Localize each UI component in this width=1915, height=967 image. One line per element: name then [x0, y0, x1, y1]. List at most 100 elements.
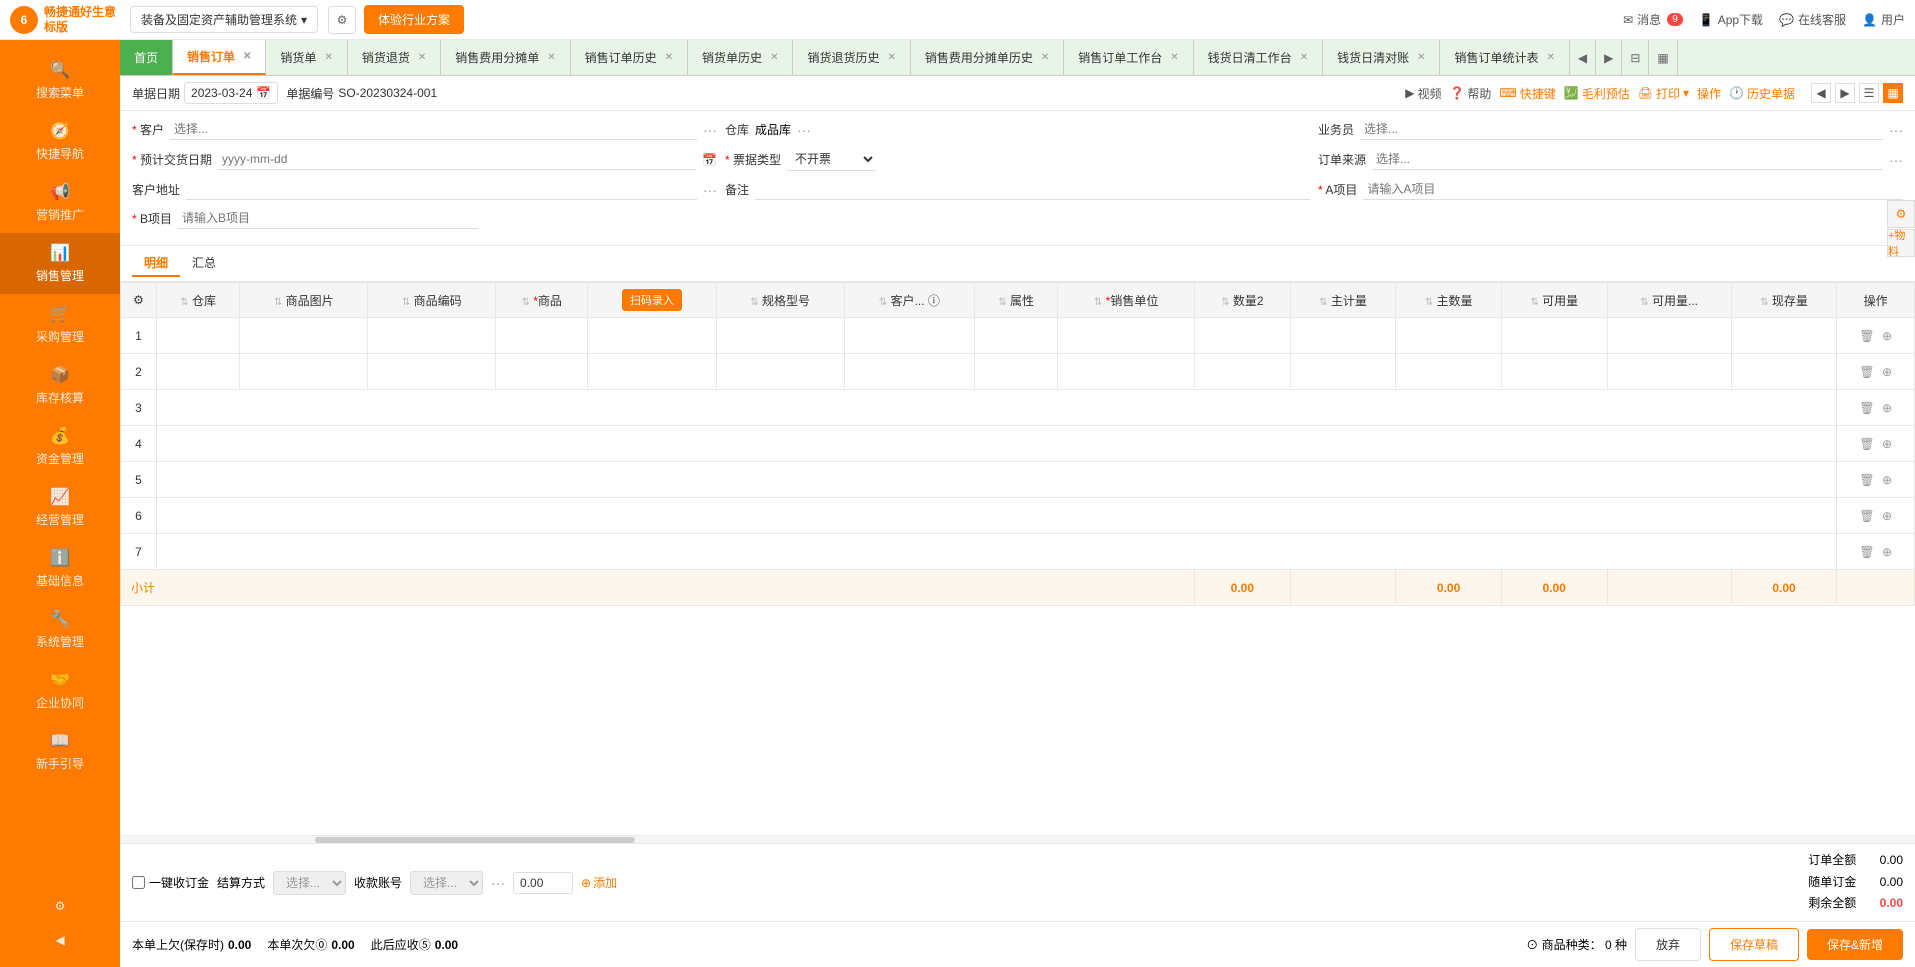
receipt-account-select[interactable]: 选择...: [410, 871, 483, 895]
scan-button[interactable]: 扫码录入: [622, 289, 682, 311]
row6-delete-icon[interactable]: 🗑: [1859, 509, 1874, 523]
shortcut-button[interactable]: ⌨ 快捷键: [1499, 85, 1555, 102]
sidebar-settings[interactable]: ⚙: [0, 889, 120, 923]
customer-expand[interactable]: ···: [703, 122, 717, 138]
address-input[interactable]: [186, 179, 697, 200]
tab-more-button[interactable]: ⊟: [1622, 40, 1649, 75]
user-menu[interactable]: 👤 用户: [1862, 11, 1905, 28]
tab-close-sales-stats[interactable]: ✕: [1547, 52, 1555, 63]
video-button[interactable]: ▶ 视频: [1405, 85, 1441, 102]
right-settings-btn[interactable]: ⚙: [1887, 200, 1915, 228]
order-source-input[interactable]: [1372, 149, 1883, 170]
sidebar-item-stock[interactable]: 📦 库存核算: [0, 355, 120, 416]
tab-home[interactable]: 首页: [120, 40, 173, 75]
a-project-input[interactable]: [1363, 179, 1903, 200]
tab-sales-fee-history[interactable]: 销售费用分摊单历史 ✕: [911, 40, 1064, 75]
tab-close-cash-workbench[interactable]: ✕: [1300, 52, 1308, 63]
list-view-btn[interactable]: ☰: [1859, 83, 1879, 103]
form-view-btn[interactable]: ▦: [1883, 83, 1903, 103]
tab-sales-return[interactable]: 销货退货 ✕: [348, 40, 441, 75]
history-button[interactable]: 🕐 历史单据: [1729, 85, 1795, 102]
profit-button[interactable]: 💹 毛利预估: [1564, 85, 1630, 102]
tab-close-order-history[interactable]: ✕: [665, 52, 673, 63]
invoice-type-select[interactable]: 不开票 增值税普票 增值税专票: [787, 148, 876, 171]
tab-cash-reconcile[interactable]: 钱货日清对账 ✕: [1323, 40, 1440, 75]
industry-button[interactable]: 体验行业方案: [364, 5, 464, 34]
one-click-check[interactable]: [132, 876, 145, 889]
sidebar-item-guide[interactable]: 📖 新手引导: [0, 721, 120, 782]
tab-close-sales-fee[interactable]: ✕: [547, 52, 555, 63]
order-source-expand[interactable]: ···: [1889, 152, 1903, 168]
sidebar-item-search[interactable]: 🔍 搜索菜单: [0, 50, 120, 111]
tab-close-return-history[interactable]: ✕: [887, 52, 895, 63]
customer-input[interactable]: [170, 119, 697, 140]
sidebar-item-purchase[interactable]: 🛒 采购管理: [0, 294, 120, 355]
tab-close-sales-order[interactable]: ✕: [243, 51, 251, 62]
row7-delete-icon[interactable]: 🗑: [1859, 545, 1874, 559]
tab-close-sales-workbench[interactable]: ✕: [1170, 52, 1178, 63]
nav-prev-btn[interactable]: ◀: [1811, 83, 1831, 103]
online-service-button[interactable]: 💬 在线客服: [1779, 11, 1846, 28]
tab-sales-single[interactable]: 销货单 ✕: [266, 40, 347, 75]
tab-close-sales-return[interactable]: ✕: [418, 52, 426, 63]
delivery-date-input[interactable]: [218, 149, 696, 170]
row6-copy-icon[interactable]: ⊕: [1882, 509, 1892, 523]
app-download-button[interactable]: 📱 App下载: [1699, 11, 1763, 28]
tab-sales-stats[interactable]: 销售订单统计表 ✕: [1440, 40, 1569, 75]
salesperson-expand[interactable]: ···: [1889, 122, 1903, 138]
tab-summary[interactable]: 汇总: [180, 250, 228, 277]
nav-next-btn[interactable]: ▶: [1835, 83, 1855, 103]
settings-button[interactable]: ⚙: [328, 6, 356, 34]
sidebar-item-corp[interactable]: 🤝 企业协同: [0, 660, 120, 721]
sidebar-item-sys[interactable]: 🔧 系统管理: [0, 599, 120, 660]
sidebar-item-nav[interactable]: 🧭 快捷导航: [0, 111, 120, 172]
tab-close-sales-single[interactable]: ✕: [324, 52, 332, 63]
row5-delete-icon[interactable]: 🗑: [1859, 473, 1874, 487]
tab-prev-button[interactable]: ◀: [1570, 40, 1596, 75]
address-expand[interactable]: ···: [703, 182, 717, 198]
warehouse-expand[interactable]: ···: [797, 122, 811, 138]
tab-close-fee-history[interactable]: ✕: [1041, 52, 1049, 63]
tab-cash-workbench[interactable]: 钱货日清工作台 ✕: [1194, 40, 1323, 75]
sidebar-item-info[interactable]: ℹ️ 基础信息: [0, 538, 120, 599]
save-new-button[interactable]: 保存&新增: [1807, 929, 1903, 960]
col-settings[interactable]: ⚙: [121, 283, 157, 318]
b-project-input[interactable]: [178, 208, 478, 229]
sidebar-item-promo[interactable]: 📢 营销推广: [0, 172, 120, 233]
date-input[interactable]: 2023-03-24 📅: [184, 82, 278, 104]
operation-button[interactable]: 操作: [1697, 85, 1721, 102]
salesperson-input[interactable]: [1360, 119, 1883, 140]
row4-copy-icon[interactable]: ⊕: [1882, 437, 1892, 451]
right-add-btn[interactable]: +物料: [1887, 229, 1915, 257]
tab-next-button[interactable]: ▶: [1596, 40, 1622, 75]
tab-sales-order-history[interactable]: 销售订单历史 ✕: [571, 40, 688, 75]
sidebar-item-finance[interactable]: 💰 资金管理: [0, 416, 120, 477]
sidebar-item-sales[interactable]: 📊 销售管理: [0, 233, 120, 294]
tab-close-cash-reconcile[interactable]: ✕: [1417, 52, 1425, 63]
tab-sales-single-history[interactable]: 销货单历史 ✕: [688, 40, 793, 75]
save-draft-button[interactable]: 保存草稿: [1709, 928, 1799, 961]
row3-delete-icon[interactable]: 🗑: [1859, 401, 1874, 415]
message-button[interactable]: ✉ 消息 9: [1623, 11, 1683, 28]
row1-delete-icon[interactable]: 🗑: [1859, 329, 1874, 343]
sidebar-item-biz[interactable]: 📈 经营管理: [0, 477, 120, 538]
table-scroll[interactable]: [120, 835, 1915, 843]
tab-sales-workbench[interactable]: 销售订单工作台 ✕: [1064, 40, 1193, 75]
help-button[interactable]: ❓ 帮助: [1449, 85, 1491, 102]
print-button[interactable]: 🖨 打印 ▾: [1638, 85, 1689, 102]
tab-sales-fee[interactable]: 销售费用分摊单 ✕: [441, 40, 570, 75]
row2-delete-icon[interactable]: 🗑: [1859, 365, 1874, 379]
row1-copy-icon[interactable]: ⊕: [1882, 329, 1892, 343]
tab-detail[interactable]: 明细: [132, 250, 180, 277]
sidebar-collapse[interactable]: ◀: [0, 923, 120, 957]
tab-sales-order[interactable]: 销售订单 ✕: [173, 40, 266, 75]
payment-select[interactable]: 选择...: [273, 871, 346, 895]
one-click-checkbox[interactable]: 一键收订金: [132, 874, 209, 891]
discard-button[interactable]: 放弃: [1635, 928, 1701, 961]
note-input[interactable]: [755, 179, 1310, 200]
tab-grid-button[interactable]: ▦: [1649, 40, 1677, 75]
add-button[interactable]: ⊕ 添加: [581, 874, 617, 891]
tab-close-single-history[interactable]: ✕: [770, 52, 778, 63]
receipt-expand[interactable]: ···: [491, 875, 505, 891]
row2-copy-icon[interactable]: ⊕: [1882, 365, 1892, 379]
